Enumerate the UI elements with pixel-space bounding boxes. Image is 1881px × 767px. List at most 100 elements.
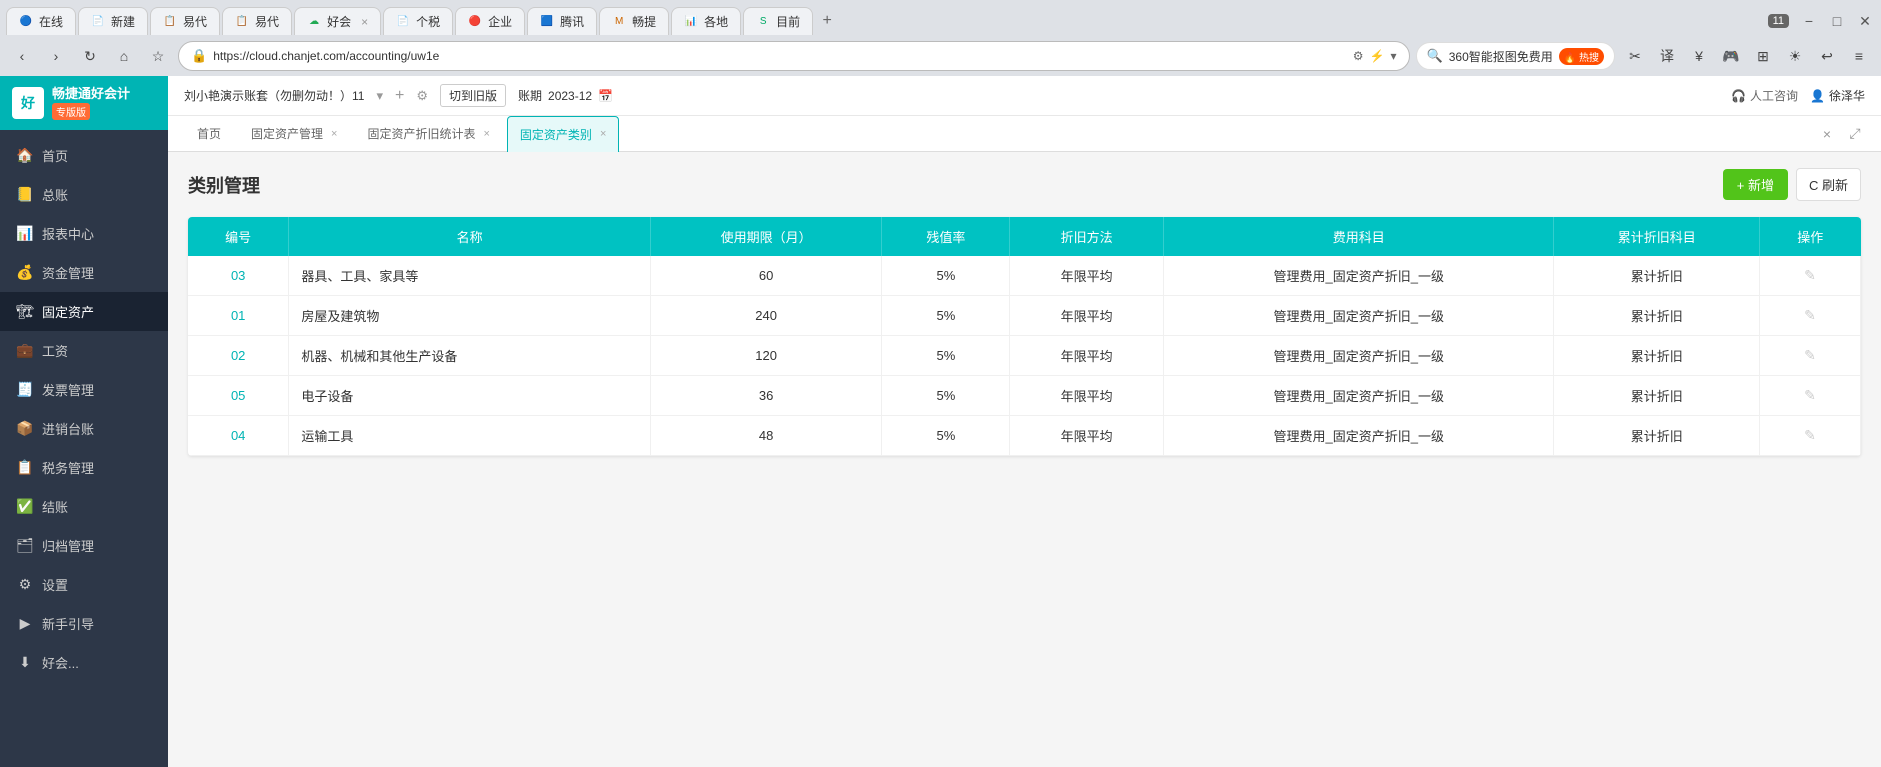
grid-icon[interactable]: ⊞	[1749, 42, 1777, 70]
page-title: 类别管理	[188, 172, 260, 198]
tab-label: 畅提	[632, 13, 656, 30]
search-bar[interactable]: 🔍 360智能抠图免费用 🔥 热搜	[1416, 42, 1615, 70]
scissors-icon[interactable]: ✂	[1621, 42, 1649, 70]
table-row: 02 机器、机械和其他生产设备 120 5% 年限平均 管理费用_固定资产折旧_…	[188, 336, 1861, 376]
browser-tab-yidai1[interactable]: 📋 易代	[150, 7, 220, 35]
dropdown-icon[interactable]: ▾	[1391, 49, 1397, 63]
plus-icon[interactable]: +	[395, 87, 404, 105]
game-icon[interactable]: 🎮	[1717, 42, 1745, 70]
reload-button[interactable]: ↻	[76, 42, 104, 70]
browser-tab-haohui[interactable]: ☁ 好会 ×	[294, 7, 381, 35]
sidebar-item-archive[interactable]: 🗂 归档管理	[0, 526, 168, 565]
sidebar-item-fixed-assets[interactable]: 🏗 固定资产	[0, 292, 168, 331]
forward-button[interactable]: ›	[42, 42, 70, 70]
content-tab-depreciation-label: 固定资产折旧统计表	[367, 125, 475, 142]
fixed-assets-icon: 🏗	[16, 302, 34, 320]
more-icon: ⬇	[16, 653, 34, 671]
col-header-code: 编号	[188, 217, 289, 256]
back-button[interactable]: ‹	[8, 42, 36, 70]
sidebar-item-inventory[interactable]: 📦 进销台账	[0, 409, 168, 448]
content-tab-fixed-mgr[interactable]: 固定资产管理 ×	[238, 116, 350, 152]
sidebar-item-settings[interactable]: ⚙ 设置	[0, 565, 168, 604]
edit-icon-1[interactable]: ✎	[1804, 307, 1816, 323]
window-controls: − □ ✕	[1799, 11, 1875, 31]
search-text: 360智能抠图免费用	[1449, 48, 1553, 65]
edit-icon-0[interactable]: ✎	[1804, 267, 1816, 283]
right-panel: 刘小艳演示账套（勿删勿动！）11 ▾ + ⚙ 切到旧版 账期 2023-12 📅…	[168, 76, 1881, 767]
tab-label: 目前	[776, 13, 800, 30]
minimize-button[interactable]: −	[1799, 11, 1819, 31]
tab-favicon: S	[756, 15, 770, 29]
browser-tab-new[interactable]: 📄 新建	[78, 7, 148, 35]
menu-icon[interactable]: ≡	[1845, 42, 1873, 70]
content-tab-home[interactable]: 首页	[184, 116, 234, 152]
col-header-residual: 残值率	[882, 217, 1010, 256]
dropdown-user-icon[interactable]: ▾	[376, 88, 383, 104]
page-body: 类别管理 + 新增 C 刷新 编号 名称 使用期限（月） 残值率 折旧方法	[168, 152, 1881, 767]
edit-icon-4[interactable]: ✎	[1804, 427, 1816, 443]
cell-expense-0: 管理费用_固定资产折旧_一级	[1164, 256, 1554, 296]
sidebar-item-guide[interactable]: ▶ 新手引导	[0, 604, 168, 643]
sidebar-item-tax[interactable]: 📋 税务管理	[0, 448, 168, 487]
browser-tab-geshui[interactable]: 📄 个税	[383, 7, 453, 35]
sidebar-item-reports[interactable]: 📊 报表中心	[0, 214, 168, 253]
wallet-icon[interactable]: ¥	[1685, 42, 1713, 70]
col-header-accumulated: 累计折旧科目	[1554, 217, 1760, 256]
new-tab-button[interactable]: +	[815, 9, 839, 33]
col-header-method: 折旧方法	[1010, 217, 1164, 256]
browser-tab-tengxun[interactable]: 🟦 腾讯	[527, 7, 597, 35]
browser-tab-gedi[interactable]: 📊 各地	[671, 7, 741, 35]
browser-tab-qiye[interactable]: 🔴 企业	[455, 7, 525, 35]
page-header: 类别管理 + 新增 C 刷新	[188, 168, 1861, 201]
user-avatar-button[interactable]: 👤 徐泽华	[1810, 87, 1865, 104]
period-label: 账期	[518, 87, 542, 104]
content-tab-category-close[interactable]: ×	[600, 128, 606, 140]
calendar-icon[interactable]: 📅	[598, 89, 613, 103]
service-button[interactable]: 🎧 人工咨询	[1731, 87, 1798, 104]
home-button[interactable]: ⌂	[110, 42, 138, 70]
content-tab-fixed-mgr-close[interactable]: ×	[331, 128, 337, 140]
sidebar-item-salary[interactable]: 💼 工资	[0, 331, 168, 370]
content-tab-depreciation-close[interactable]: ×	[483, 128, 489, 140]
sidebar-item-inventory-label: 进销台账	[42, 419, 94, 438]
address-box[interactable]: 🔒 https://cloud.chanjet.com/accounting/u…	[178, 41, 1410, 71]
sidebar-item-invoice-label: 发票管理	[42, 380, 94, 399]
switch-version-button[interactable]: 切到旧版	[440, 84, 506, 107]
site-info-icon[interactable]: ⚙	[1353, 49, 1364, 63]
cell-method-0: 年限平均	[1010, 256, 1164, 296]
sidebar-logo: 好 畅捷通好会计 专版版	[0, 76, 168, 130]
add-button[interactable]: + 新增	[1723, 169, 1788, 200]
browser-tab-yidai2[interactable]: 📋 易代	[222, 7, 292, 35]
edit-icon-2[interactable]: ✎	[1804, 347, 1816, 363]
bookmark-button[interactable]: ☆	[144, 42, 172, 70]
cell-accumulated-0: 累计折旧	[1554, 256, 1760, 296]
browser-tab-muqian[interactable]: S 目前	[743, 7, 813, 35]
edit-icon-3[interactable]: ✎	[1804, 387, 1816, 403]
cell-action-0: ✎	[1760, 256, 1861, 296]
sidebar-item-invoice[interactable]: 🧾 发票管理	[0, 370, 168, 409]
tab-close-icon[interactable]: ×	[361, 15, 368, 29]
sidebar-item-home[interactable]: 🏠 首页	[0, 136, 168, 175]
translate-icon[interactable]: 译	[1653, 42, 1681, 70]
expand-panel-icon[interactable]: ⤢	[1845, 124, 1865, 144]
close-panel-icon[interactable]: ×	[1817, 124, 1837, 144]
sidebar-item-more[interactable]: ⬇ 好会...	[0, 643, 168, 682]
lightning-icon[interactable]: ⚡	[1370, 49, 1385, 63]
refresh-button[interactable]: C 刷新	[1796, 168, 1861, 201]
cell-residual-0: 5%	[882, 256, 1010, 296]
undo-icon[interactable]: ↩	[1813, 42, 1841, 70]
sidebar-item-ledger[interactable]: 📒 总账	[0, 175, 168, 214]
sidebar-item-settings-label: 设置	[42, 575, 68, 594]
settings-user-icon[interactable]: ⚙	[416, 88, 428, 104]
sun-icon[interactable]: ☀	[1781, 42, 1809, 70]
content-tab-depreciation[interactable]: 固定资产折旧统计表 ×	[354, 116, 502, 152]
table-row: 01 房屋及建筑物 240 5% 年限平均 管理费用_固定资产折旧_一级 累计折…	[188, 296, 1861, 336]
content-tab-category[interactable]: 固定资产类别 ×	[507, 116, 619, 152]
maximize-button[interactable]: □	[1827, 11, 1847, 31]
sidebar-item-funds[interactable]: 💰 资金管理	[0, 253, 168, 292]
browser-tab-online[interactable]: 🔵 在线	[6, 7, 76, 35]
close-window-button[interactable]: ✕	[1855, 11, 1875, 31]
browser-tab-changtai[interactable]: M 畅提	[599, 7, 669, 35]
user-name-label: 徐泽华	[1829, 87, 1865, 104]
sidebar-item-closing[interactable]: ✅ 结账	[0, 487, 168, 526]
